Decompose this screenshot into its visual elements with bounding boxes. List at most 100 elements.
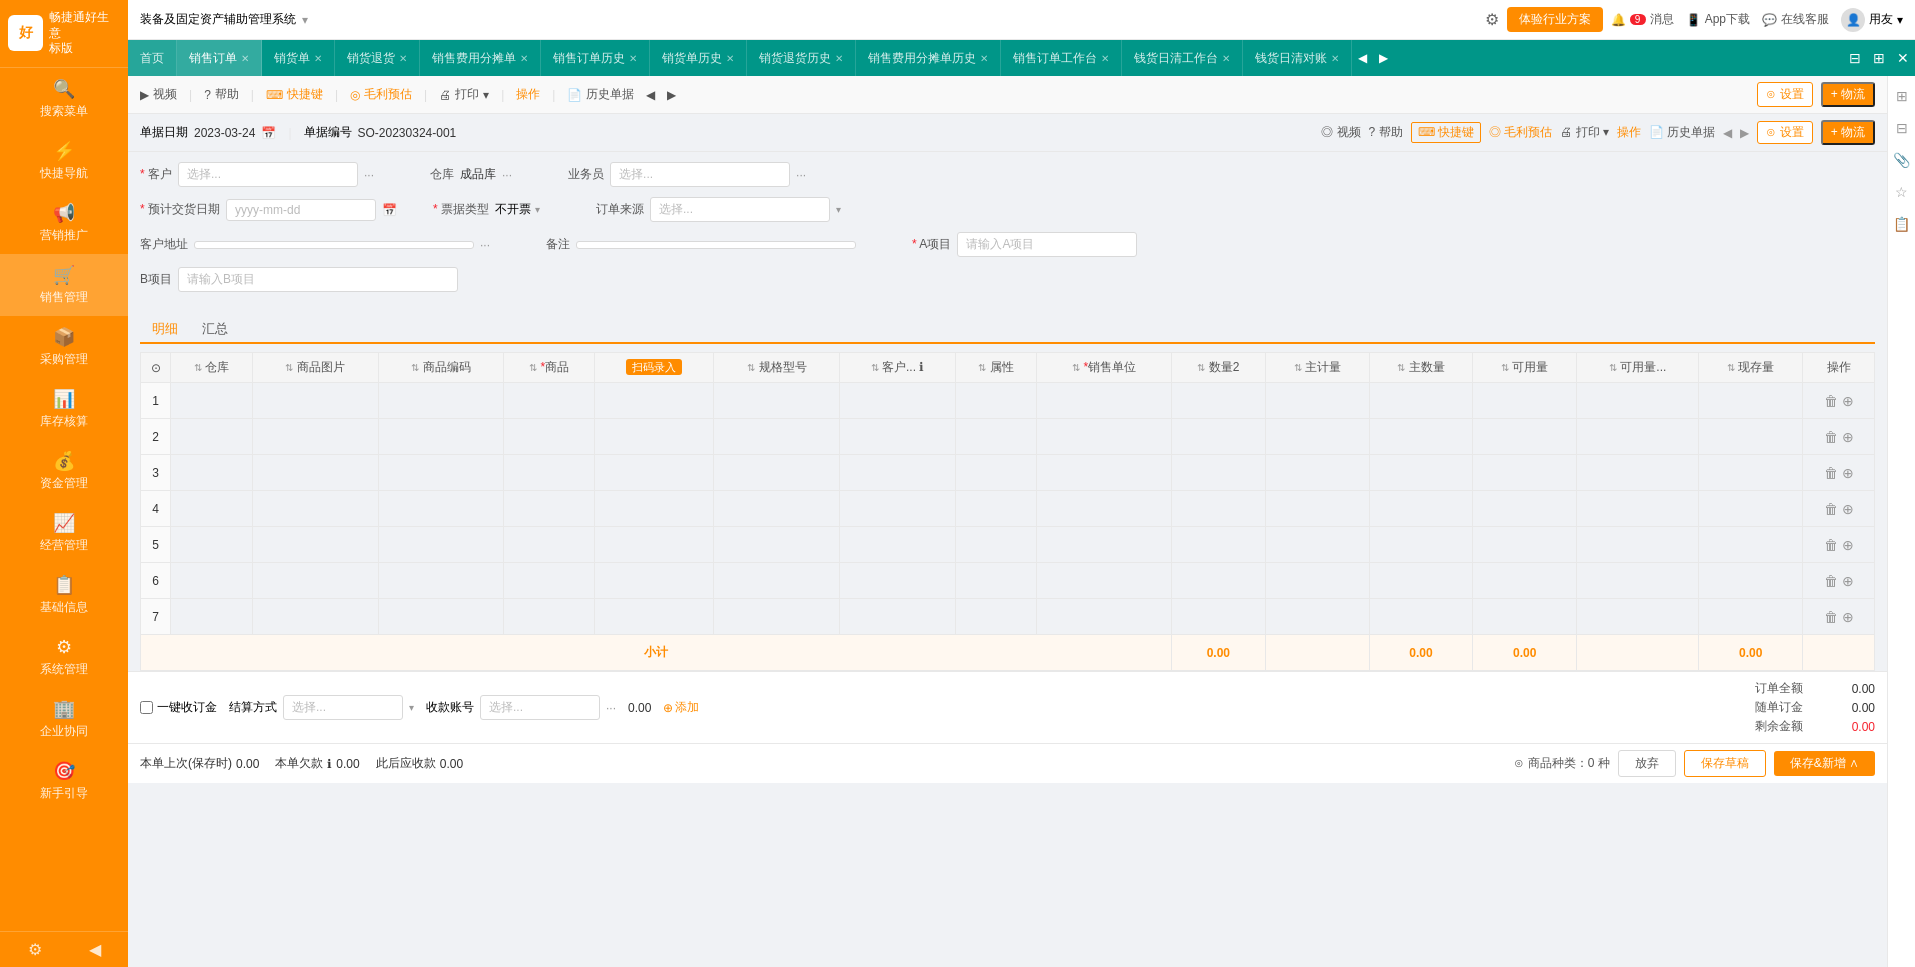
row-product-image[interactable] — [252, 491, 378, 527]
toolbar-print[interactable]: 🖨 打印 ▾ — [439, 86, 489, 103]
tab-sales-workbench[interactable]: 销售订单工作台 ✕ — [1001, 40, 1122, 76]
row-current-qty[interactable] — [1699, 599, 1803, 635]
row-available-qty[interactable] — [1473, 383, 1577, 419]
row-delete-icon[interactable]: 🗑 — [1824, 429, 1838, 445]
sidebar-settings-btn[interactable]: ⚙ — [28, 940, 42, 959]
right-panel-btn4[interactable]: ☆ — [1890, 180, 1914, 204]
row-qty2[interactable] — [1171, 563, 1265, 599]
settings-btn-right[interactable]: ⊙ 设置 — [1757, 121, 1812, 144]
tab-close-icon[interactable]: ✕ — [1101, 53, 1109, 64]
tab-close-icon[interactable]: ✕ — [399, 53, 407, 64]
row-attributes[interactable] — [955, 491, 1037, 527]
row-attributes[interactable] — [955, 455, 1037, 491]
tabbar-prev-btn[interactable]: ◀ — [1352, 40, 1373, 76]
tabbar-action-btn2[interactable]: ⊞ — [1867, 50, 1891, 66]
user-menu[interactable]: 👤 用友 ▾ — [1841, 8, 1903, 32]
row-delete-icon[interactable]: 🗑 — [1824, 609, 1838, 625]
row-available-qty2[interactable] — [1577, 527, 1699, 563]
row-available-qty[interactable] — [1473, 455, 1577, 491]
tab-summary[interactable]: 汇总 — [190, 316, 240, 342]
save-new-button[interactable]: 保存&新增 ∧ — [1774, 751, 1875, 776]
right-panel-btn2[interactable]: ⊟ — [1890, 116, 1914, 140]
row-available-qty2[interactable] — [1577, 419, 1699, 455]
row-customer-code[interactable] — [840, 419, 955, 455]
row-sales-unit[interactable] — [1037, 419, 1171, 455]
row-product-image[interactable] — [252, 563, 378, 599]
row-warehouse[interactable] — [171, 563, 253, 599]
row-spec[interactable] — [714, 527, 840, 563]
toolbar-nav-prev[interactable]: ◀ — [646, 88, 655, 102]
row-main-unit[interactable] — [1265, 491, 1369, 527]
order-source-input[interactable]: 选择... — [650, 197, 830, 222]
tab-home[interactable]: 首页 — [128, 40, 177, 76]
row-spec[interactable] — [714, 599, 840, 635]
row-main-unit[interactable] — [1265, 419, 1369, 455]
sidebar-item-marketing[interactable]: 📢 营销推广 — [0, 192, 128, 254]
row-sales-unit[interactable] — [1037, 563, 1171, 599]
settings-button[interactable]: ⊙ 设置 — [1757, 82, 1812, 107]
toolbar-nav-next[interactable]: ▶ — [667, 88, 676, 102]
customer-input[interactable]: 选择... — [178, 162, 358, 187]
tab-sales-order[interactable]: 销售订单 ✕ — [177, 40, 262, 76]
tab-close-icon[interactable]: ✕ — [980, 53, 988, 64]
row-customer-code[interactable] — [840, 599, 955, 635]
row-main-unit[interactable] — [1265, 383, 1369, 419]
row-product-image[interactable] — [252, 599, 378, 635]
tabbar-next-btn[interactable]: ▶ — [1373, 40, 1394, 76]
row-current-qty[interactable] — [1699, 455, 1803, 491]
row-main-qty[interactable] — [1369, 599, 1473, 635]
row-main-qty[interactable] — [1369, 563, 1473, 599]
row-warehouse[interactable] — [171, 491, 253, 527]
row-qty2[interactable] — [1171, 419, 1265, 455]
row-attributes[interactable] — [955, 563, 1037, 599]
row-product-code[interactable] — [378, 419, 504, 455]
col-settings[interactable]: ⊙ — [141, 353, 171, 383]
row-customer-code[interactable] — [840, 527, 955, 563]
address-input[interactable] — [194, 241, 474, 249]
toolbar-operations[interactable]: 操作 — [516, 86, 540, 103]
row-current-qty[interactable] — [1699, 383, 1803, 419]
row-customer-code[interactable] — [840, 383, 955, 419]
profit-btn[interactable]: ◎ 毛利预估 — [1489, 124, 1552, 141]
account-expand-icon[interactable]: ··· — [606, 701, 616, 715]
row-product-image[interactable] — [252, 527, 378, 563]
row-current-qty[interactable] — [1699, 527, 1803, 563]
row-main-unit[interactable] — [1265, 455, 1369, 491]
row-available-qty[interactable] — [1473, 527, 1577, 563]
row-available-qty[interactable] — [1473, 563, 1577, 599]
sidebar-item-quicknav[interactable]: ⚡ 快捷导航 — [0, 130, 128, 192]
row-product[interactable] — [504, 527, 594, 563]
ops-btn[interactable]: 操作 — [1617, 124, 1641, 141]
toolbar-history[interactable]: 📄 历史单据 — [567, 86, 634, 103]
row-main-qty[interactable] — [1369, 455, 1473, 491]
nav-prev-icon[interactable]: ◀ — [1723, 126, 1732, 140]
row-copy-icon[interactable]: ⊕ — [1842, 465, 1854, 481]
sidebar-item-guide[interactable]: 🎯 新手引导 — [0, 750, 128, 812]
calendar2-icon[interactable]: 📅 — [382, 203, 397, 217]
tabbar-close-btn[interactable]: ✕ — [1891, 50, 1915, 66]
add-item-button[interactable]: + 物流 — [1821, 82, 1875, 107]
right-panel-btn5[interactable]: 📋 — [1890, 212, 1914, 236]
nav-next-icon[interactable]: ▶ — [1740, 126, 1749, 140]
row-product-code[interactable] — [378, 527, 504, 563]
row-main-qty[interactable] — [1369, 383, 1473, 419]
sidebar-item-basic[interactable]: 📋 基础信息 — [0, 564, 128, 626]
tab-sales-refund-history[interactable]: 销货退货历史 ✕ — [747, 40, 856, 76]
toolbar-profit[interactable]: ◎ 毛利预估 — [350, 86, 412, 103]
tab-close-icon[interactable]: ✕ — [520, 53, 528, 64]
salesperson-input[interactable]: 选择... — [610, 162, 790, 187]
row-customer-code[interactable] — [840, 563, 955, 599]
account-select[interactable]: 选择... — [480, 695, 600, 720]
row-available-qty2[interactable] — [1577, 455, 1699, 491]
tab-close-icon[interactable]: ✕ — [241, 53, 249, 64]
tab-sales-order-history[interactable]: 销售订单历史 ✕ — [541, 40, 650, 76]
row-customer-code[interactable] — [840, 491, 955, 527]
scan-button[interactable]: 扫码录入 — [626, 359, 682, 375]
delivery-date-input[interactable]: yyyy-mm-dd — [226, 199, 376, 221]
row-available-qty[interactable] — [1473, 599, 1577, 635]
tab-sales-refund[interactable]: 销货退货 ✕ — [335, 40, 420, 76]
row-product[interactable] — [504, 419, 594, 455]
tab-sales-return-history[interactable]: 销货单历史 ✕ — [650, 40, 747, 76]
print-btn[interactable]: 🖨 打印 ▾ — [1560, 124, 1609, 141]
row-delete-icon[interactable]: 🗑 — [1824, 501, 1838, 517]
